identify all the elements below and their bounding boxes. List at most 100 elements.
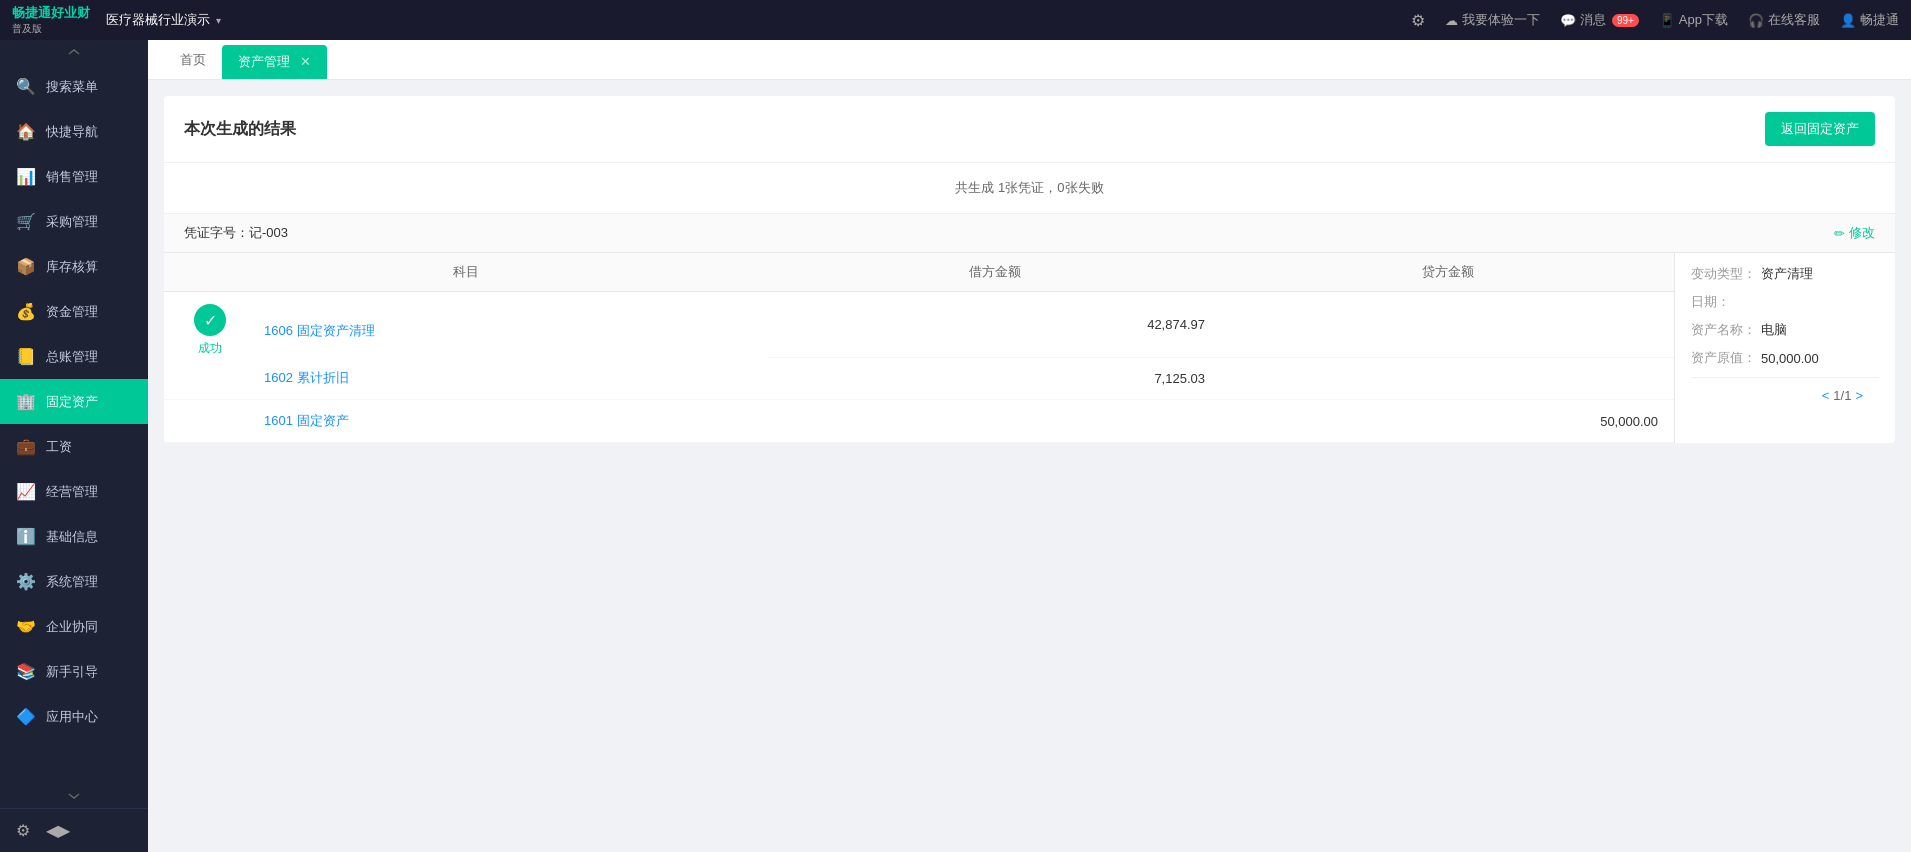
change-type-label: 变动类型： [1691,265,1761,283]
change-type-value: 资产清理 [1761,265,1813,283]
voucher-table: 科目 借方金额 贷方金额 ✓ [164,253,1674,443]
app-center-icon: 🔷 [16,707,36,726]
subject-row2: 1602 累计折旧 [164,357,768,400]
header-right: 💬 消息 99+ 📱 App下载 🎧 在线客服 👤 畅捷通 [1560,11,1899,29]
search-icon: 🔍 [16,77,36,96]
system-icon: ⚙️ [16,572,36,591]
sidebar-item-guide[interactable]: 📚 新手引导 [0,649,148,694]
subject-row1: 1606 固定资产清理 [264,322,375,340]
sidebar-item-ledger[interactable]: 📒 总账管理 [0,334,148,379]
asset-value-row: 资产原值： 50,000.00 [1691,349,1879,367]
subject-row3: 1601 固定资产 [164,400,768,443]
company-name: 医疗器械行业演示 [106,11,210,29]
sidebar-item-fund[interactable]: 💰 资金管理 [0,289,148,334]
debit-row3 [768,400,1221,443]
table-row: 1602 累计折旧 7,125.03 [164,357,1674,400]
date-row: 日期： [1691,293,1879,311]
sidebar-scroll-up[interactable] [0,40,148,64]
result-header: 本次生成的结果 返回固定资产 [164,96,1895,163]
fund-icon: 💰 [16,302,36,321]
sales-icon: 📊 [16,167,36,186]
success-indicator: ✓ 成功 [180,304,240,357]
content-area: 首页 资产管理 ✕ 本次生成的结果 返回固定资产 共生成 1张凭证，0张失败 [148,40,1911,852]
sidebar-item-system[interactable]: ⚙️ 系统管理 [0,559,148,604]
voucher-section: 凭证字号：记-003 ✏ 修改 [164,214,1895,443]
sidebar-bottom: ⚙ ◀▶ [0,808,148,852]
online-service-button[interactable]: 🎧 在线客服 [1748,11,1820,29]
col-subject: 科目 [164,253,768,292]
sidebar-item-quick-nav[interactable]: 🏠 快捷导航 [0,109,148,154]
return-fixed-asset-button[interactable]: 返回固定资产 [1765,112,1875,146]
voucher-header: 凭证字号：记-003 ✏ 修改 [164,214,1895,253]
company-selector[interactable]: 医疗器械行业演示 ▾ [106,11,221,29]
asset-name-row: 资产名称： 电脑 [1691,321,1879,339]
pagination: < 1/1 > [1691,377,1879,413]
credit-row3: 50,000.00 [1221,400,1674,443]
building-icon: 🏢 [16,392,36,411]
sidebar-item-salary[interactable]: 💼 工资 [0,424,148,469]
logo-title: 畅捷通好业财 [12,4,90,22]
voucher-table-area: 科目 借方金额 贷方金额 ✓ [164,253,1675,443]
page-content: 本次生成的结果 返回固定资产 共生成 1张凭证，0张失败 凭证字号：记-003 … [148,80,1911,852]
message-icon: 💬 [1560,13,1576,28]
asset-name-value: 电脑 [1761,321,1787,339]
sidebar-item-purchase[interactable]: 🛒 采购管理 [0,199,148,244]
credit-row1 [1221,292,1674,358]
edit-icon: ✏ [1834,226,1845,241]
tab-asset-mgmt[interactable]: 资产管理 ✕ [222,45,327,79]
purchase-icon: 🛒 [16,212,36,231]
credit-row2 [1221,357,1674,400]
collapse-icon[interactable]: ◀▶ [46,821,70,840]
ledger-icon: 📒 [16,347,36,366]
coop-icon: 🤝 [16,617,36,636]
download-icon: 📱 [1659,13,1675,28]
user-menu-button[interactable]: 👤 畅捷通 [1840,11,1899,29]
message-badge: 99+ [1612,14,1639,27]
message-button[interactable]: 💬 消息 99+ [1560,11,1639,29]
debit-row1: 42,874.97 [768,292,1221,358]
debit-row2: 7,125.03 [768,357,1221,400]
info-icon: ℹ️ [16,527,36,546]
sidebar-item-inventory[interactable]: 📦 库存核算 [0,244,148,289]
experience-link[interactable]: ☁ 我要体验一下 [1445,11,1540,29]
sidebar-item-management[interactable]: 📈 经营管理 [0,469,148,514]
sidebar-item-app-center[interactable]: 🔷 应用中心 [0,694,148,739]
logo-sub: 普及版 [12,22,42,36]
table-row: 1601 固定资产 50,000.00 [164,400,1674,443]
col-debit: 借方金额 [768,253,1221,292]
result-container: 本次生成的结果 返回固定资产 共生成 1张凭证，0张失败 凭证字号：记-003 … [164,96,1895,443]
asset-value-label: 资产原值： [1691,349,1761,367]
prev-page-button[interactable]: < [1822,388,1830,403]
edit-button[interactable]: ✏ 修改 [1834,224,1875,242]
settings-bottom-icon[interactable]: ⚙ [16,821,30,840]
tab-bar: 首页 资产管理 ✕ [148,40,1911,80]
table-row: ✓ 成功 1606 固定资产清理 42,874.97 [164,292,1674,358]
guide-icon: 📚 [16,662,36,681]
success-icon: ✓ [194,304,226,336]
change-type-row: 变动类型： 资产清理 [1691,265,1879,283]
sidebar-item-basic-info[interactable]: ℹ️ 基础信息 [0,514,148,559]
app-download-button[interactable]: 📱 App下载 [1659,11,1728,29]
sidebar-nav: 🔍 搜索菜单 🏠 快捷导航 📊 销售管理 🛒 采购管理 📦 库存核算 💰 [0,64,148,784]
sidebar-item-coop[interactable]: 🤝 企业协同 [0,604,148,649]
result-summary: 共生成 1张凭证，0张失败 [164,163,1895,214]
chevron-down-icon: ▾ [216,15,221,26]
sidebar-item-sales[interactable]: 📊 销售管理 [0,154,148,199]
next-page-button[interactable]: > [1855,388,1863,403]
col-credit: 贷方金额 [1221,253,1674,292]
voucher-number: 凭证字号：记-003 [184,224,288,242]
salary-icon: 💼 [16,437,36,456]
voucher-side-info: 变动类型： 资产清理 日期： 资产名称： 电脑 [1675,253,1895,443]
tab-home[interactable]: 首页 [164,43,222,79]
headset-icon: 🎧 [1748,13,1764,28]
success-label: 成功 [180,340,240,357]
sidebar-item-fixed-asset[interactable]: 🏢 固定资产 [0,379,148,424]
avatar-icon: 👤 [1840,13,1856,28]
settings-icon[interactable]: ⚙ [1411,11,1425,30]
page-indicator: 1/1 [1833,388,1851,403]
home-icon: 🏠 [16,122,36,141]
sidebar-scroll-down[interactable] [0,784,148,808]
date-label: 日期： [1691,293,1761,311]
tab-close-icon[interactable]: ✕ [300,54,311,69]
sidebar-item-search[interactable]: 🔍 搜索菜单 [0,64,148,109]
